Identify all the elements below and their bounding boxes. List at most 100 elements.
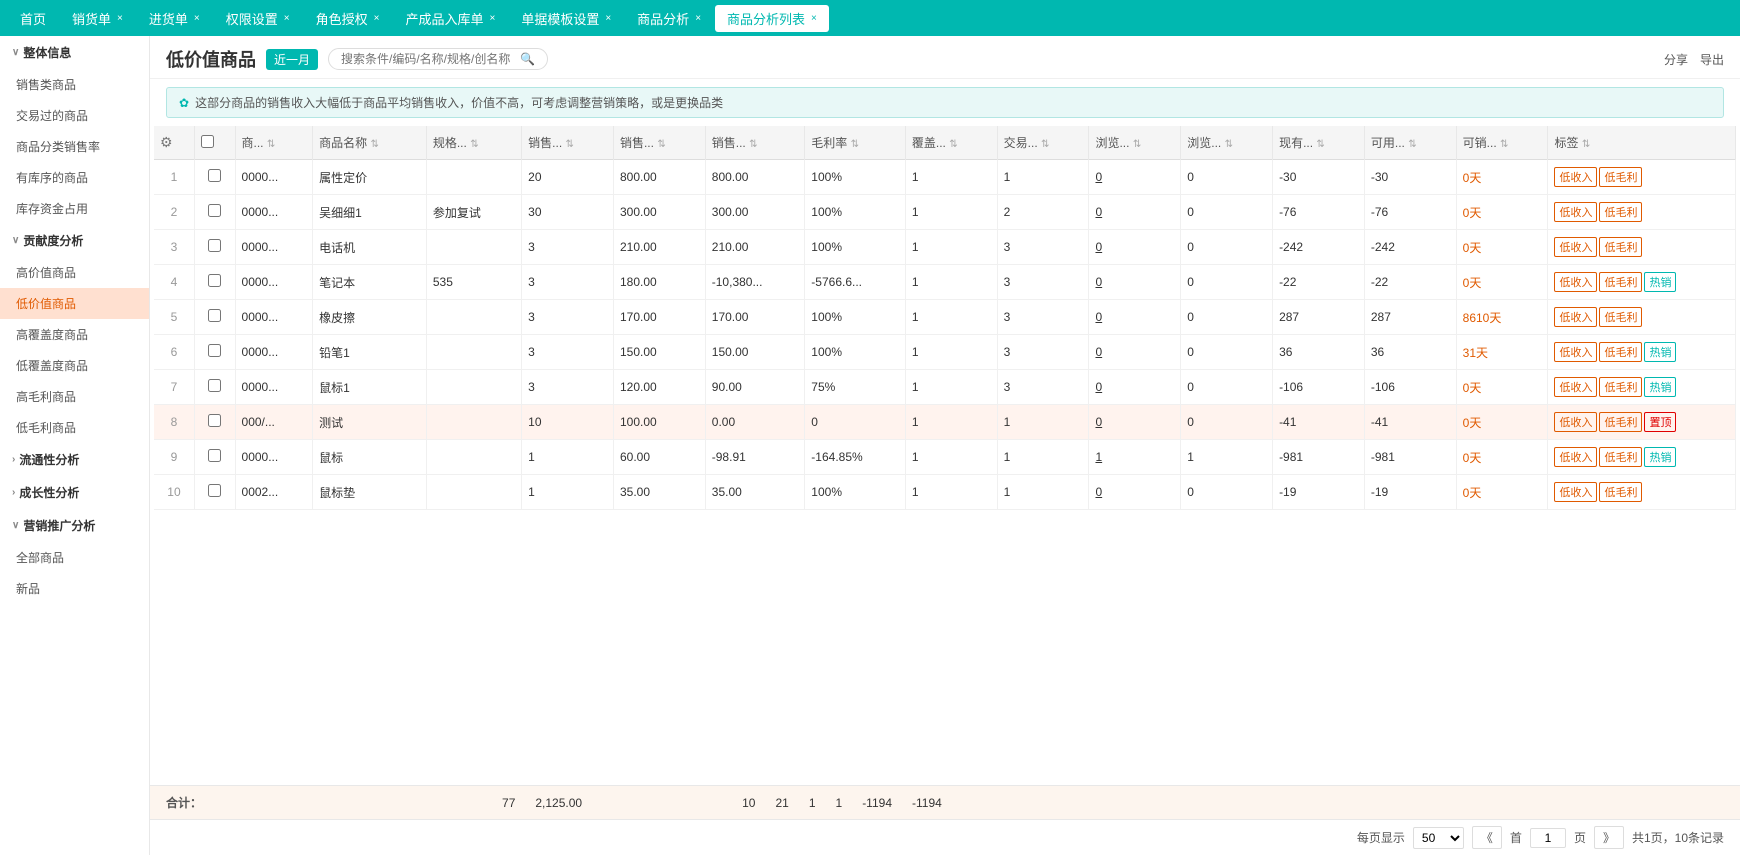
- table-container[interactable]: ⚙商... ⇅商品名称 ⇅规格... ⇅销售... ⇅销售... ⇅销售... …: [154, 126, 1736, 785]
- close-icon[interactable]: ×: [695, 13, 701, 24]
- col-header-amount[interactable]: 销售... ⇅: [613, 126, 705, 160]
- view1-link[interactable]: 0: [1095, 415, 1102, 429]
- col-header-margin[interactable]: 毛利率 ⇅: [805, 126, 906, 160]
- first-page-btn[interactable]: 《: [1472, 826, 1502, 849]
- row-checkbox[interactable]: [208, 414, 221, 427]
- row-checkbox[interactable]: [208, 484, 221, 497]
- row-checkbox[interactable]: [208, 239, 221, 252]
- close-icon[interactable]: ×: [374, 13, 380, 24]
- view1-link[interactable]: 0: [1095, 275, 1102, 289]
- page-input[interactable]: [1530, 828, 1566, 848]
- sidebar-item-新品[interactable]: 新品: [0, 573, 149, 604]
- row-qty: 1: [522, 475, 614, 510]
- col-header-available[interactable]: 可用... ⇅: [1364, 126, 1456, 160]
- nav-item-角色授权[interactable]: 角色授权×: [304, 5, 392, 32]
- view1-link[interactable]: 0: [1095, 485, 1102, 499]
- nav-item-产成品入库单[interactable]: 产成品入库单×: [393, 5, 507, 32]
- sidebar-group-成长性分析[interactable]: ›成长性分析: [0, 476, 149, 509]
- view1-link[interactable]: 0: [1095, 205, 1102, 219]
- col-header-saleable[interactable]: 可销... ⇅: [1456, 126, 1548, 160]
- col-header-view2[interactable]: 浏览... ⇅: [1181, 126, 1273, 160]
- col-header-code[interactable]: 商... ⇅: [235, 126, 313, 160]
- row-view1: 0: [1089, 195, 1181, 230]
- period-button[interactable]: 近一月: [266, 49, 318, 70]
- view1-link[interactable]: 1: [1095, 450, 1102, 464]
- sidebar-group-流通性分析[interactable]: ›流通性分析: [0, 443, 149, 476]
- row-tags: 低收入低毛利置顶: [1548, 405, 1736, 440]
- sidebar-item-销售类商品[interactable]: 销售类商品: [0, 69, 149, 100]
- view1-link[interactable]: 0: [1095, 380, 1102, 394]
- tag-低毛利: 低毛利: [1599, 377, 1642, 397]
- sidebar-group-贡献度分析[interactable]: ∨贡献度分析: [0, 224, 149, 257]
- footer-current: -1194: [862, 796, 892, 810]
- col-header-view1[interactable]: 浏览... ⇅: [1089, 126, 1181, 160]
- col-header-current[interactable]: 现有... ⇅: [1273, 126, 1365, 160]
- share-button[interactable]: 分享: [1664, 51, 1688, 68]
- nav-item-权限设置[interactable]: 权限设置×: [214, 5, 302, 32]
- sort-icon: ⇅: [1316, 139, 1324, 150]
- sidebar-item-交易过的商品[interactable]: 交易过的商品: [0, 100, 149, 131]
- row-checkbox[interactable]: [208, 169, 221, 182]
- gear-icon[interactable]: ⚙: [160, 134, 173, 150]
- row-checkbox[interactable]: [208, 449, 221, 462]
- nav-item-销货单[interactable]: 销货单×: [60, 5, 135, 32]
- sort-icon: ⇅: [1133, 139, 1141, 150]
- tag-低收入: 低收入: [1554, 412, 1597, 432]
- close-icon[interactable]: ×: [605, 13, 611, 24]
- sidebar-group-整体信息[interactable]: ∨整体信息: [0, 36, 149, 69]
- col-header-avgPrice[interactable]: 销售... ⇅: [705, 126, 805, 160]
- export-button[interactable]: 导出: [1700, 51, 1724, 68]
- group-label: 贡献度分析: [23, 232, 83, 249]
- sidebar-item-全部商品[interactable]: 全部商品: [0, 542, 149, 573]
- sidebar-item-库存资金占用[interactable]: 库存资金占用: [0, 193, 149, 224]
- row-tags: 低收入低毛利: [1548, 230, 1736, 265]
- sidebar-item-高覆盖度商品[interactable]: 高覆盖度商品: [0, 319, 149, 350]
- col-header-transaction[interactable]: 交易... ⇅: [997, 126, 1089, 160]
- row-coverage: 1: [905, 335, 997, 370]
- view1-link[interactable]: 0: [1095, 345, 1102, 359]
- nav-item-商品分析[interactable]: 商品分析×: [625, 5, 713, 32]
- sidebar-item-商品分类销售率[interactable]: 商品分类销售率: [0, 131, 149, 162]
- per-page-select[interactable]: 50 100 200: [1413, 827, 1464, 849]
- col-header-spec[interactable]: 规格... ⇅: [426, 126, 521, 160]
- close-icon[interactable]: ×: [194, 13, 200, 24]
- col-header-qty[interactable]: 销售... ⇅: [522, 126, 614, 160]
- col-header-name[interactable]: 商品名称 ⇅: [313, 126, 427, 160]
- col-header-tags[interactable]: 标签 ⇅: [1548, 126, 1736, 160]
- sidebar-item-低价值商品[interactable]: 低价值商品: [0, 288, 149, 319]
- nav-item-进货单[interactable]: 进货单×: [137, 5, 212, 32]
- view1-link[interactable]: 0: [1095, 310, 1102, 324]
- select-all-checkbox[interactable]: [201, 135, 214, 148]
- table-row: 10 0002... 鼠标垫 1 35.00 35.00 100% 1 1 0 …: [154, 475, 1736, 510]
- view1-link[interactable]: 0: [1095, 170, 1102, 184]
- close-icon[interactable]: ×: [284, 13, 290, 24]
- nav-item-商品分析列表[interactable]: 商品分析列表×: [715, 5, 829, 32]
- row-checkbox[interactable]: [208, 274, 221, 287]
- view1-link[interactable]: 0: [1095, 240, 1102, 254]
- row-checkbox[interactable]: [208, 344, 221, 357]
- close-icon[interactable]: ×: [811, 13, 817, 24]
- sidebar-item-低毛利商品[interactable]: 低毛利商品: [0, 412, 149, 443]
- tag-低毛利: 低毛利: [1599, 272, 1642, 292]
- col-header-gear[interactable]: ⚙: [154, 126, 194, 160]
- sidebar-item-低覆盖度商品[interactable]: 低覆盖度商品: [0, 350, 149, 381]
- sidebar-item-有库序的商品[interactable]: 有库序的商品: [0, 162, 149, 193]
- close-icon[interactable]: ×: [489, 13, 495, 24]
- row-amount: 300.00: [613, 195, 705, 230]
- row-checkbox[interactable]: [208, 204, 221, 217]
- row-checkbox[interactable]: [208, 379, 221, 392]
- sidebar-item-高价值商品[interactable]: 高价值商品: [0, 257, 149, 288]
- sort-icon: ⇅: [657, 139, 665, 150]
- nav-item-单据模板设置[interactable]: 单据模板设置×: [509, 5, 623, 32]
- search-input[interactable]: [341, 52, 514, 66]
- row-checkbox[interactable]: [208, 309, 221, 322]
- sidebar-item-高毛利商品[interactable]: 高毛利商品: [0, 381, 149, 412]
- nav-item-首页[interactable]: 首页: [8, 5, 58, 32]
- close-icon[interactable]: ×: [117, 13, 123, 24]
- row-amount: 150.00: [613, 335, 705, 370]
- col-header-coverage[interactable]: 覆盖... ⇅: [905, 126, 997, 160]
- col-header-checkbox[interactable]: [194, 126, 235, 160]
- sidebar-group-营销推广分析[interactable]: ∨营销推广分析: [0, 509, 149, 542]
- row-coverage: 1: [905, 405, 997, 440]
- next-page-btn[interactable]: 》: [1594, 826, 1624, 849]
